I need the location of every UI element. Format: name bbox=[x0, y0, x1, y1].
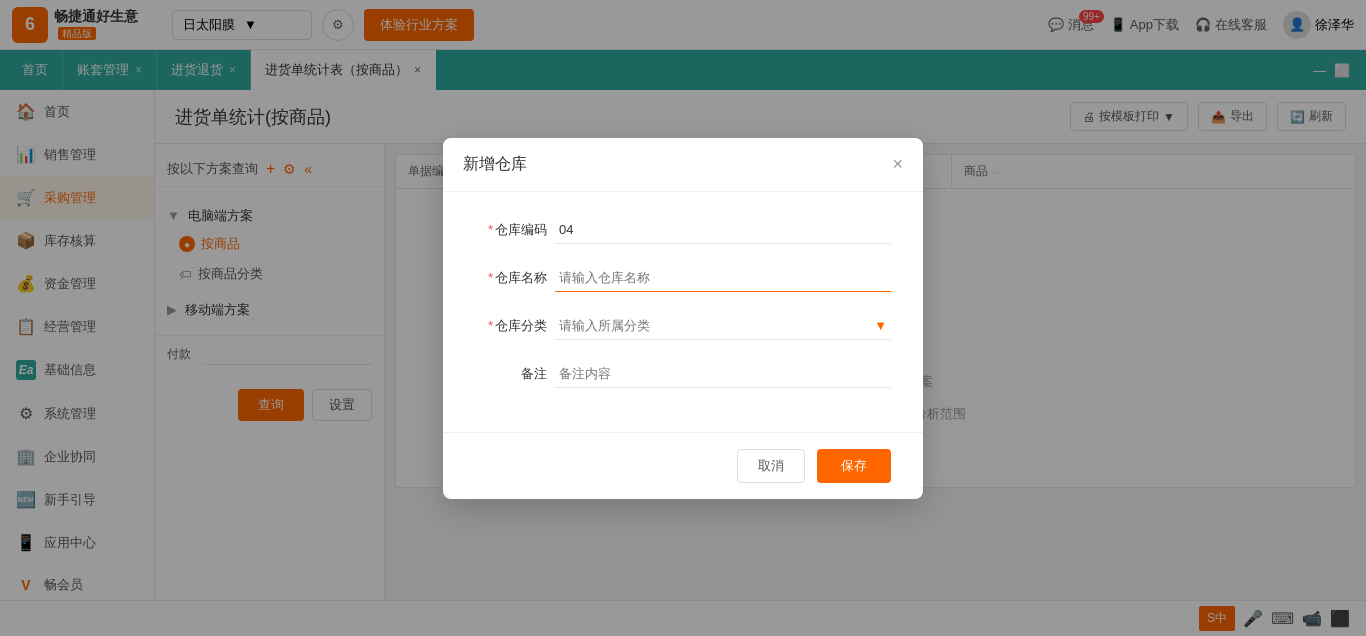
modal-body: 仓库编码 仓库名称 仓库分类 ▼ 备注 bbox=[443, 192, 923, 432]
form-row-name: 仓库名称 bbox=[475, 264, 891, 292]
form-row-category: 仓库分类 ▼ bbox=[475, 312, 891, 340]
select-dropdown-icon: ▼ bbox=[874, 318, 887, 333]
category-label: 仓库分类 bbox=[475, 317, 555, 335]
category-input[interactable] bbox=[555, 312, 891, 339]
warehouse-category-select[interactable]: ▼ bbox=[555, 312, 891, 340]
form-row-code: 仓库编码 bbox=[475, 216, 891, 244]
warehouse-code-input[interactable] bbox=[555, 216, 891, 244]
modal-footer: 取消 保存 bbox=[443, 432, 923, 499]
remark-input[interactable] bbox=[555, 360, 891, 388]
warehouse-name-input[interactable] bbox=[555, 264, 891, 292]
modal-add-warehouse: 新增仓库 × 仓库编码 仓库名称 仓库分类 ▼ bbox=[443, 138, 923, 499]
modal-close-button[interactable]: × bbox=[892, 154, 903, 175]
modal-title: 新增仓库 bbox=[463, 154, 527, 175]
modal-header: 新增仓库 × bbox=[443, 138, 923, 192]
form-row-remark: 备注 bbox=[475, 360, 891, 388]
remark-label: 备注 bbox=[475, 365, 555, 383]
save-button[interactable]: 保存 bbox=[817, 449, 891, 483]
cancel-button[interactable]: 取消 bbox=[737, 449, 805, 483]
code-label: 仓库编码 bbox=[475, 221, 555, 239]
name-label: 仓库名称 bbox=[475, 269, 555, 287]
modal-overlay[interactable]: 新增仓库 × 仓库编码 仓库名称 仓库分类 ▼ bbox=[0, 0, 1366, 636]
